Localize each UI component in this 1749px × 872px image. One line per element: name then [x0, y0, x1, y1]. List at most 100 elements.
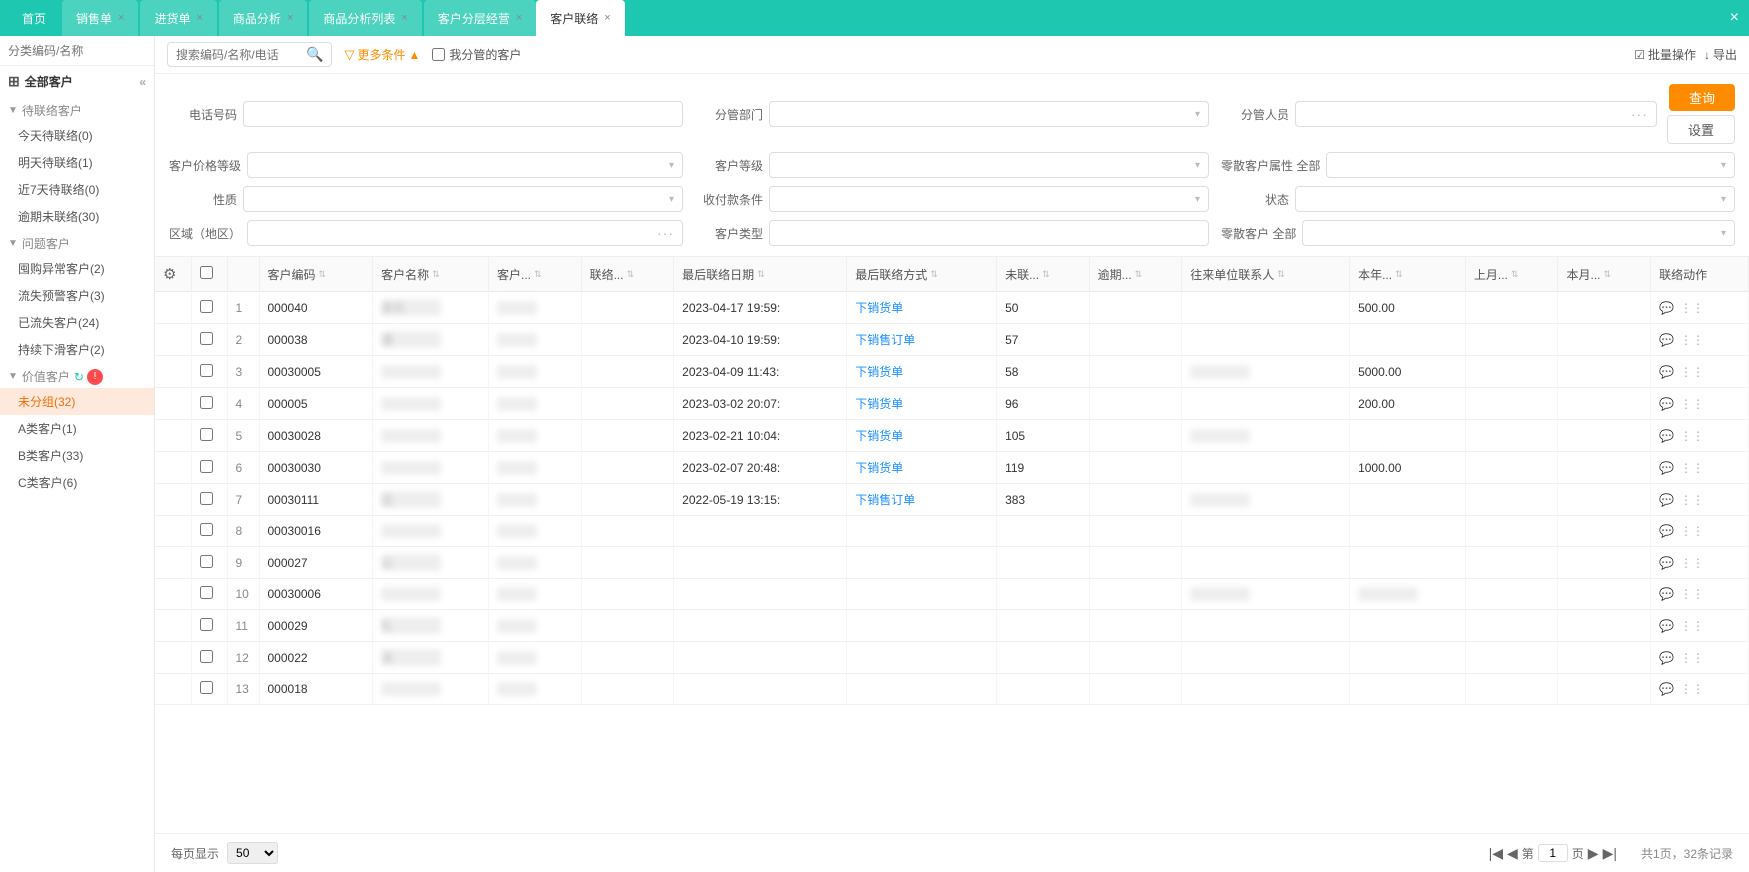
select-all-checkbox[interactable] [200, 266, 213, 279]
contact-action-icon[interactable]: 💬 [1659, 461, 1674, 475]
col-this-month[interactable]: 本月... ⇅ [1558, 257, 1651, 292]
more-action-icon[interactable]: ⋮⋮ [1680, 493, 1704, 507]
tab-customer-tier[interactable]: 客户分层经营 × [424, 0, 536, 36]
contact-action-icon[interactable]: 💬 [1659, 587, 1674, 601]
more-action-icon[interactable]: ⋮⋮ [1680, 429, 1704, 443]
my-customers-checkbox[interactable]: 我分管的客户 [432, 46, 521, 63]
col-overdue[interactable]: 逾期... ⇅ [1089, 257, 1182, 292]
sidebar-item-churn-warning[interactable]: 流失预警客户(3) [0, 282, 154, 309]
row-checkbox[interactable] [200, 618, 213, 631]
more-action-icon[interactable]: ⋮⋮ [1680, 619, 1704, 633]
query-button[interactable]: 查询 [1669, 84, 1735, 111]
contact-action-icon[interactable]: 💬 [1659, 429, 1674, 443]
tab-purchase[interactable]: 进货单 × [140, 0, 216, 36]
tab-purchase-close[interactable]: × [196, 12, 202, 24]
sidebar-item-7days[interactable]: 近7天待联络(0) [0, 176, 154, 203]
more-action-icon[interactable]: ⋮⋮ [1680, 333, 1704, 347]
row-last-contact-way-link[interactable]: 下销货单 [855, 461, 903, 475]
col-this-year[interactable]: 本年... ⇅ [1350, 257, 1466, 292]
more-action-icon[interactable]: ⋮⋮ [1680, 461, 1704, 475]
more-action-icon[interactable]: ⋮⋮ [1680, 682, 1704, 696]
contact-action-icon[interactable]: 💬 [1659, 651, 1674, 665]
filter-customer-level-input[interactable]: ▾ [769, 152, 1209, 178]
filter-customer-type-input[interactable] [769, 220, 1209, 246]
sort-icon-uncontacted[interactable]: ⇅ [1042, 269, 1050, 280]
row-checkbox[interactable] [200, 300, 213, 313]
filter-search-input[interactable] [176, 48, 306, 62]
filter-region-input[interactable]: ··· [247, 220, 683, 246]
more-action-icon[interactable]: ⋮⋮ [1680, 587, 1704, 601]
row-last-contact-way-link[interactable]: 下销售订单 [855, 333, 915, 347]
row-last-contact-way-link[interactable]: 下销售订单 [855, 493, 915, 507]
sidebar-all-customers[interactable]: ⊞ 全部客户 « [0, 66, 154, 97]
filter-dept-input[interactable]: ▾ [769, 101, 1209, 127]
sort-icon-lastmonth[interactable]: ⇅ [1511, 269, 1519, 280]
sort-icon-name[interactable]: ⇅ [432, 269, 440, 280]
tab-goods-analysis-list-close[interactable]: × [401, 12, 407, 24]
tab-sales[interactable]: 销售单 × [62, 0, 138, 36]
sort-icon-contact[interactable]: ⇅ [627, 269, 635, 280]
col-intercompany[interactable]: 往来单位联系人 ⇅ [1182, 257, 1350, 292]
more-action-icon[interactable]: ⋮⋮ [1680, 556, 1704, 570]
col-uncontacted[interactable]: 未联... ⇅ [997, 257, 1090, 292]
row-checkbox[interactable] [200, 332, 213, 345]
more-action-icon[interactable]: ⋮⋮ [1680, 651, 1704, 665]
sidebar-item-churned[interactable]: 已流失客户(24) [0, 309, 154, 336]
filter-status-input[interactable]: ▾ [1295, 186, 1735, 212]
col-type[interactable]: 客户... ⇅ [488, 257, 581, 292]
filter-nature-input[interactable]: ▾ [243, 186, 683, 212]
contact-action-icon[interactable]: 💬 [1659, 682, 1674, 696]
filter-person-input[interactable]: ··· [1295, 101, 1657, 127]
sort-icon-thisyear[interactable]: ⇅ [1395, 269, 1403, 280]
row-last-contact-way-link[interactable]: 下销货单 [855, 365, 903, 379]
tab-goods-analysis-list[interactable]: 商品分析列表 × [309, 0, 421, 36]
sort-icon-intercompany[interactable]: ⇅ [1277, 269, 1285, 280]
sidebar-item-overdue[interactable]: 逾期未联络(30) [0, 203, 154, 230]
sidebar-item-type-a[interactable]: A类客户(1) [0, 415, 154, 442]
more-action-icon[interactable]: ⋮⋮ [1680, 524, 1704, 538]
sidebar-search-input[interactable] [8, 44, 155, 58]
contact-action-icon[interactable]: 💬 [1659, 619, 1674, 633]
reset-button[interactable]: 设置 [1667, 115, 1735, 144]
sort-icon-way[interactable]: ⇅ [930, 269, 938, 280]
col-code[interactable]: 客户编码 ⇅ [259, 257, 373, 292]
sort-icon-type[interactable]: ⇅ [534, 269, 542, 280]
filter-payment-input[interactable]: ▾ [769, 186, 1209, 212]
page-first-icon[interactable]: |◀ [1489, 845, 1503, 862]
row-last-contact-way-link[interactable]: 下销货单 [855, 429, 903, 443]
contact-action-icon[interactable]: 💬 [1659, 556, 1674, 570]
tab-customer-tier-close[interactable]: × [516, 12, 522, 24]
row-checkbox[interactable] [200, 492, 213, 505]
filter-phone-input[interactable] [243, 101, 683, 127]
refresh-icon[interactable]: ↻ [74, 370, 84, 384]
sidebar-item-type-b[interactable]: B类客户(33) [0, 442, 154, 469]
export-button[interactable]: ↓ 导出 [1704, 46, 1737, 63]
more-action-icon[interactable]: ⋮⋮ [1680, 301, 1704, 315]
contact-action-icon[interactable]: 💬 [1659, 524, 1674, 538]
col-settings[interactable]: ⚙ [155, 257, 191, 292]
row-checkbox[interactable] [200, 460, 213, 473]
page-size-select[interactable]: 50 100 200 [227, 842, 278, 864]
page-number-input[interactable] [1538, 844, 1568, 862]
filter-scatter-customer-input[interactable]: ▾ [1302, 220, 1735, 246]
sidebar-item-tomorrow[interactable]: 明天待联络(1) [0, 149, 154, 176]
close-all-button[interactable]: × [1730, 9, 1739, 27]
sidebar-item-declining[interactable]: 持续下滑客户(2) [0, 336, 154, 363]
settings-icon[interactable]: ⚙ [163, 266, 176, 283]
tab-customer-contact[interactable]: 客户联络 × [536, 0, 624, 36]
sort-icon-date[interactable]: ⇅ [757, 269, 765, 280]
contact-action-icon[interactable]: 💬 [1659, 301, 1674, 315]
contact-action-icon[interactable]: 💬 [1659, 333, 1674, 347]
row-checkbox[interactable] [200, 681, 213, 694]
tab-customer-contact-close[interactable]: × [604, 12, 610, 24]
filter-scatter-attr-input[interactable]: ▾ [1326, 152, 1735, 178]
row-checkbox[interactable] [200, 555, 213, 568]
page-last-icon[interactable]: ▶| [1603, 845, 1617, 862]
tab-goods-analysis-close[interactable]: × [287, 12, 293, 24]
row-checkbox[interactable] [200, 523, 213, 536]
contact-action-icon[interactable]: 💬 [1659, 397, 1674, 411]
sort-icon-thismonth[interactable]: ⇅ [1604, 269, 1612, 280]
filter-search-icon[interactable]: 🔍 [306, 46, 323, 63]
my-customers-check[interactable] [432, 48, 445, 61]
sidebar-item-ungrouped[interactable]: 未分组(32) [0, 388, 154, 415]
